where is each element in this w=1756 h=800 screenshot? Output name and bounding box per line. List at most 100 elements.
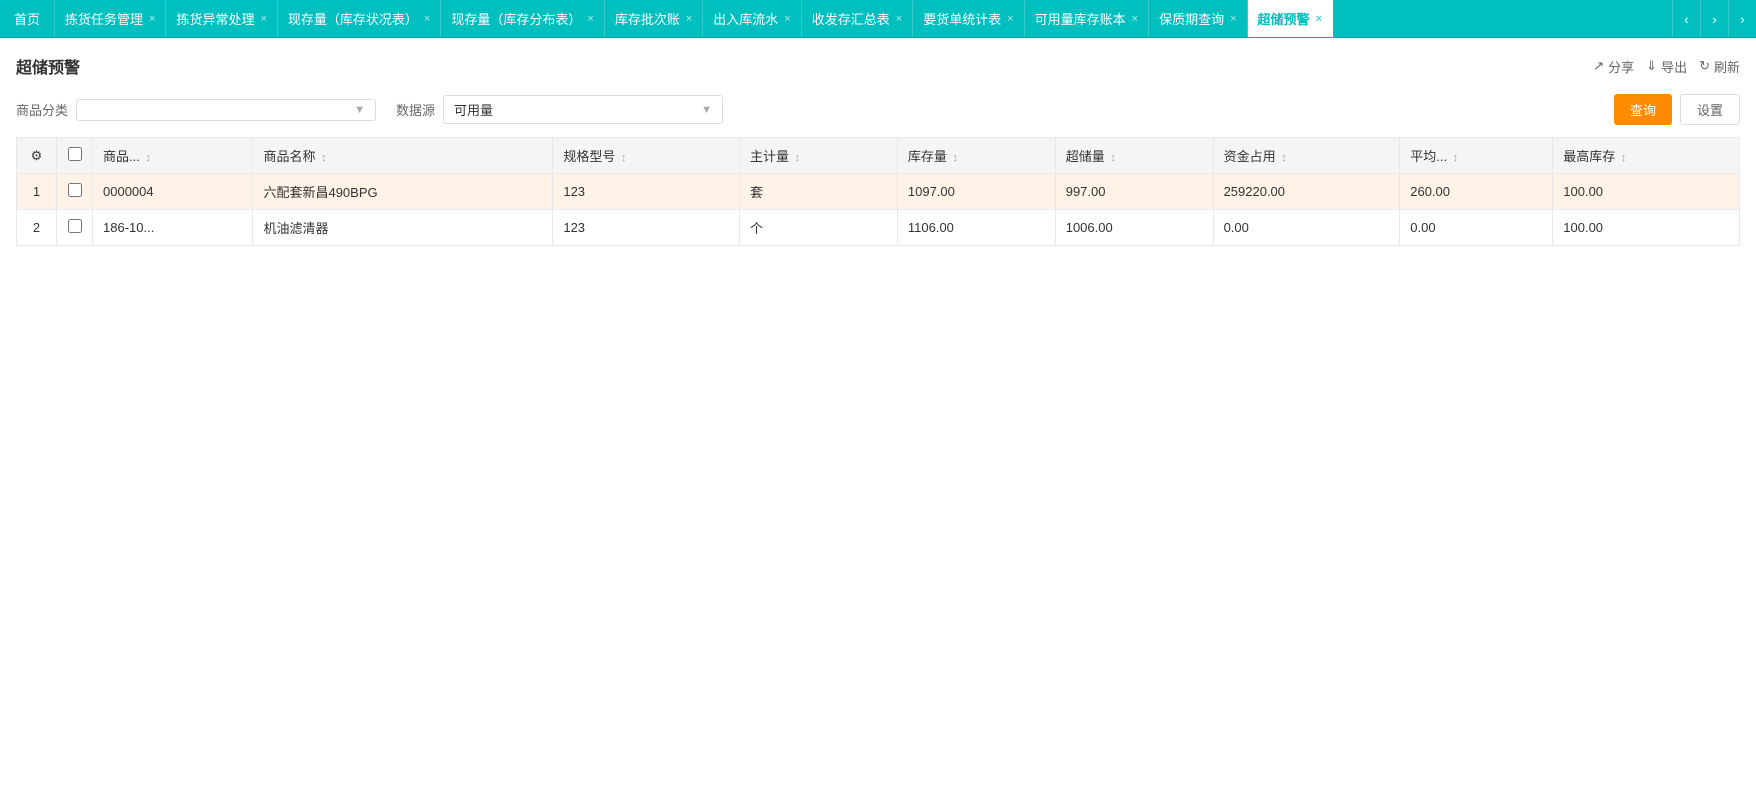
col-label-spec: 规格型号 [563, 149, 615, 164]
nav-prev-button[interactable]: ‹ [1672, 0, 1700, 38]
share-button[interactable]: ↗ 分享 [1593, 57, 1634, 76]
th-check[interactable] [57, 138, 93, 174]
sort-icon: ↕ [1110, 152, 1116, 164]
nav-tab-chaochuyujing[interactable]: 超储预警 × [1248, 0, 1333, 38]
category-select[interactable]: ▼ [76, 99, 376, 121]
th-overstock[interactable]: 超储量 ↕ [1055, 138, 1213, 174]
close-icon[interactable]: × [686, 13, 692, 25]
share-icon: ↗ [1593, 58, 1604, 74]
nav-tab-label: 收发存汇总表 [812, 9, 890, 28]
header-actions: ↗ 分享 ⇓ 导出 ↻ 刷新 [1593, 57, 1740, 76]
nav-tab-yichang[interactable]: 拣货异常处理 × [166, 0, 277, 38]
close-icon[interactable]: × [1007, 13, 1013, 25]
page-content: 超储预警 ↗ 分享 ⇓ 导出 ↻ 刷新 商品分类 ▼ 数据源 [0, 38, 1756, 800]
table-header-row: ⚙ 商品... ↕ 商品名称 ↕ 规格型号 ↕ [17, 138, 1740, 174]
col-label-max-stock: 最高库存 [1563, 149, 1615, 164]
nav-more-button[interactable]: › [1728, 0, 1756, 38]
th-avg[interactable]: 平均... ↕ [1400, 138, 1553, 174]
top-nav: 首页 拣货任务管理 × 拣货异常处理 × 现存量（库存状况表） × 现存量（库存… [0, 0, 1756, 38]
close-icon[interactable]: × [149, 13, 155, 25]
cell-stock: 1097.00 [897, 174, 1055, 210]
sort-icon: ↕ [145, 152, 151, 164]
cell-capital: 259220.00 [1213, 174, 1400, 210]
page-title: 超储预警 [16, 54, 80, 78]
nav-tab-label: 现存量（库存分布表） [451, 9, 581, 28]
nav-tab-jianghuo[interactable]: 拣货任务管理 × [55, 0, 166, 38]
col-label-overstock: 超储量 [1066, 149, 1105, 164]
refresh-button[interactable]: ↻ 刷新 [1699, 57, 1740, 76]
nav-next-button[interactable]: › [1700, 0, 1728, 38]
cell-avg: 260.00 [1400, 174, 1553, 210]
datasource-select[interactable]: 可用量 ▼ [443, 95, 723, 124]
sort-icon: ↕ [953, 152, 959, 164]
col-label-avg: 平均... [1410, 149, 1447, 164]
query-button[interactable]: 查询 [1614, 94, 1672, 125]
nav-tab-label: 库存批次账 [615, 9, 680, 28]
nav-home[interactable]: 首页 [0, 0, 55, 38]
nav-tab-pizhang[interactable]: 库存批次账 × [605, 0, 703, 38]
row-checkbox[interactable] [68, 183, 82, 197]
nav-tab-label: 拣货异常处理 [176, 9, 254, 28]
chevron-down-icon: ▼ [701, 104, 712, 116]
cell-overstock: 997.00 [1055, 174, 1213, 210]
table-row: 2 186-10... 机油滤清器 123 个 1106.00 1006.00 … [17, 210, 1740, 246]
cell-unit: 个 [740, 210, 898, 246]
th-product-code[interactable]: 商品... ↕ [93, 138, 253, 174]
th-stock[interactable]: 库存量 ↕ [897, 138, 1055, 174]
nav-tab-liushui[interactable]: 出入库流水 × [703, 0, 801, 38]
cell-check[interactable] [57, 174, 93, 210]
cell-product-name: 机油滤清器 [253, 210, 553, 246]
close-icon[interactable]: × [784, 13, 790, 25]
nav-tab-huizong[interactable]: 收发存汇总表 × [802, 0, 913, 38]
nav-tab-label: 要货单统计表 [923, 9, 1001, 28]
close-icon[interactable]: × [260, 13, 266, 25]
settings-button[interactable]: 设置 [1680, 94, 1740, 125]
th-max-stock[interactable]: 最高库存 ↕ [1553, 138, 1740, 174]
nav-tab-xiancunliang1[interactable]: 现存量（库存状况表） × [278, 0, 441, 38]
sort-icon: ↕ [1281, 152, 1287, 164]
category-label: 商品分类 [16, 100, 68, 119]
cell-check[interactable] [57, 210, 93, 246]
cell-product-code: 186-10... [93, 210, 253, 246]
cell-index: 1 [17, 174, 57, 210]
nav-tab-label: 超储预警 [1258, 9, 1310, 28]
close-icon[interactable]: × [1316, 13, 1322, 25]
th-unit[interactable]: 主计量 ↕ [740, 138, 898, 174]
col-label-unit: 主计量 [750, 149, 789, 164]
sort-icon: ↕ [621, 152, 627, 164]
nav-tab-label: 可用量库存账本 [1035, 9, 1126, 28]
close-icon[interactable]: × [587, 13, 593, 25]
filter-bar: 商品分类 ▼ 数据源 可用量 ▼ 查询 设置 [16, 94, 1740, 125]
close-icon[interactable]: × [424, 13, 430, 25]
cell-index: 2 [17, 210, 57, 246]
th-capital[interactable]: 资金占用 ↕ [1213, 138, 1400, 174]
nav-tab-tongji[interactable]: 要货单统计表 × [913, 0, 1024, 38]
row-checkbox[interactable] [68, 219, 82, 233]
close-icon[interactable]: × [1230, 13, 1236, 25]
nav-tab-xiancunliang2[interactable]: 现存量（库存分布表） × [441, 0, 604, 38]
close-icon[interactable]: × [1132, 13, 1138, 25]
th-product-name[interactable]: 商品名称 ↕ [253, 138, 553, 174]
datasource-value: 可用量 [454, 100, 493, 119]
col-label-capital: 资金占用 [1224, 149, 1276, 164]
th-settings[interactable]: ⚙ [17, 138, 57, 174]
select-all-checkbox[interactable] [68, 147, 82, 161]
nav-tab-label: 保质期查询 [1159, 9, 1224, 28]
nav-arrows: ‹ › › [1672, 0, 1756, 38]
datasource-filter: 数据源 可用量 ▼ [396, 95, 723, 124]
cell-avg: 0.00 [1400, 210, 1553, 246]
nav-tab-baozhi[interactable]: 保质期查询 × [1149, 0, 1247, 38]
datasource-label: 数据源 [396, 100, 435, 119]
th-spec[interactable]: 规格型号 ↕ [553, 138, 740, 174]
close-icon[interactable]: × [896, 13, 902, 25]
refresh-icon: ↻ [1699, 58, 1710, 74]
col-label-product-code: 商品... [103, 149, 140, 164]
sort-icon: ↕ [1621, 152, 1627, 164]
cell-max-stock: 100.00 [1553, 210, 1740, 246]
cell-product-name: 六配套新昌490BPG [253, 174, 553, 210]
cell-overstock: 1006.00 [1055, 210, 1213, 246]
export-button[interactable]: ⇓ 导出 [1646, 57, 1687, 76]
cell-capital: 0.00 [1213, 210, 1400, 246]
nav-tab-keyongliang[interactable]: 可用量库存账本 × [1025, 0, 1149, 38]
settings-icon: ⚙ [31, 148, 43, 164]
